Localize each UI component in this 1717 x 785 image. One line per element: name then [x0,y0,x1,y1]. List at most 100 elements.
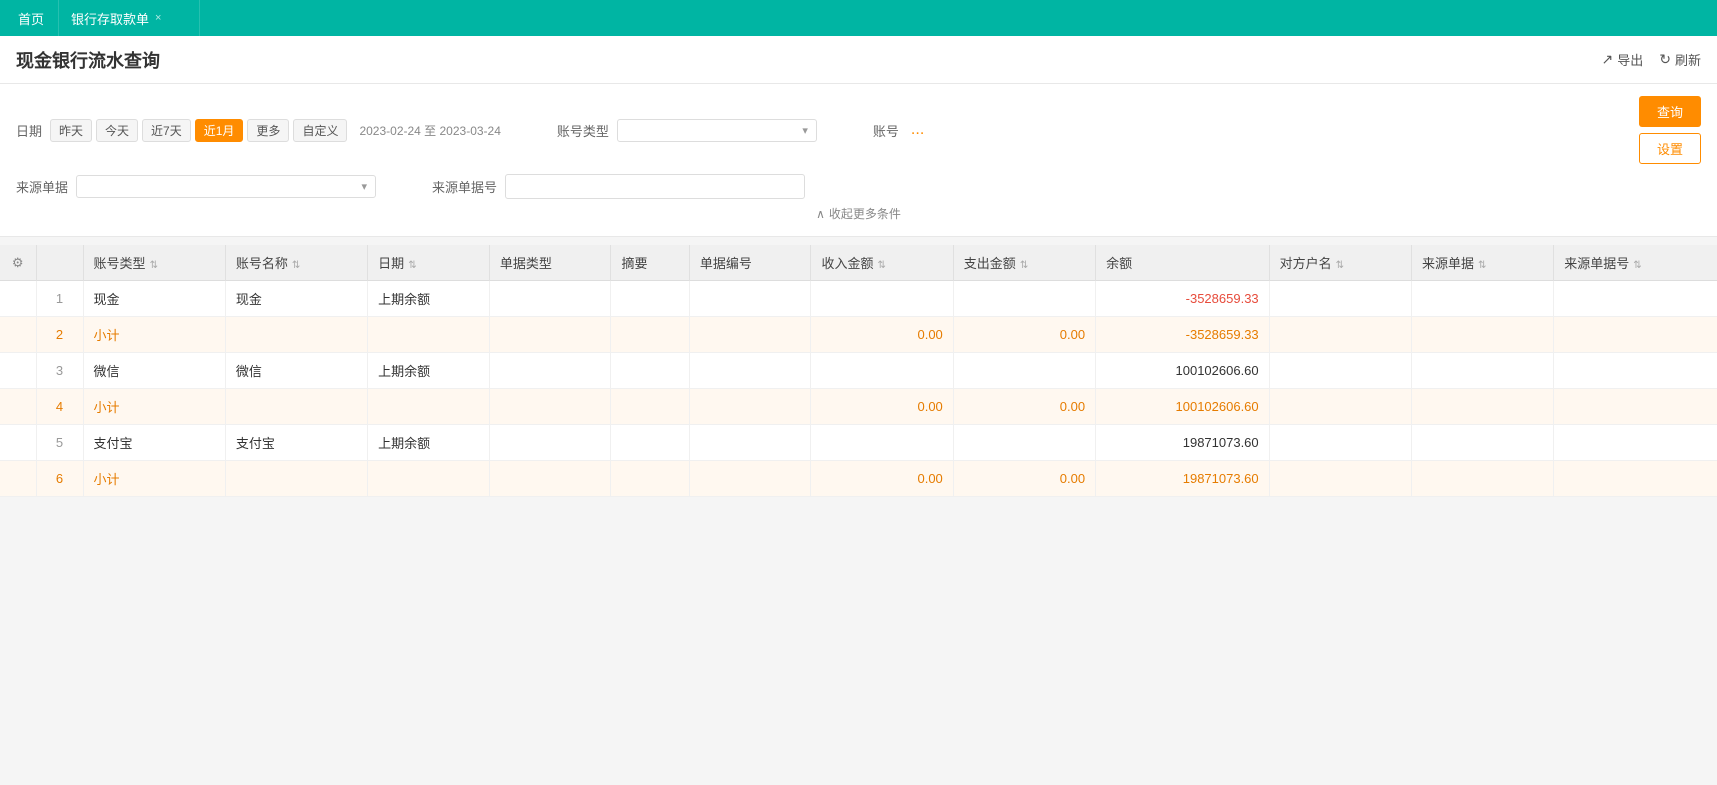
source-voucher-no-label: 来源单据号 [432,177,497,196]
row-account-name [225,389,367,425]
account-dots-button[interactable]: ... [907,121,928,139]
col-header-账号名称[interactable]: 账号名称⇅ [225,245,367,281]
date-shortcut-近1月[interactable]: 近1月 [195,119,244,142]
row-voucher-no [689,281,811,317]
col-header-对方户名[interactable]: 对方户名⇅ [1269,245,1411,281]
row-summary [611,353,689,389]
nav-tab-银行存取款单[interactable]: 银行存取款单 × [59,0,200,36]
row-account-name: 现金 [225,281,367,317]
row-account-type: 小计 [83,317,225,353]
row-source-voucher-no [1554,425,1717,461]
row-settings [0,317,36,353]
table-row: 5支付宝支付宝上期余额19871073.60 [0,425,1717,461]
sort-icon: ⇅ [150,260,158,271]
collapse-icon: ∧ [816,207,825,221]
row-voucher-no [689,425,811,461]
row-index: 3 [36,353,83,389]
row-voucher-no [689,461,811,497]
table-row: 2小计0.000.00-3528659.33 [0,317,1717,353]
row-summary [611,317,689,353]
page-title: 现金银行流水查询 [16,47,160,73]
sort-icon: ⇅ [1020,260,1028,271]
source-voucher-label: 来源单据 [16,177,68,196]
row-date: 上期余额 [368,353,490,389]
date-filter-group: 日期 昨天今天近7天近1月更多自定义 2023-02-24 至 2023-03-… [16,119,501,142]
export-button[interactable]: ↗ 导出 [1602,50,1644,69]
row-counterparty [1269,389,1411,425]
row-source-voucher [1411,425,1553,461]
account-type-filter-group: 账号类型 ▾ [557,119,817,142]
date-shortcut-昨天[interactable]: 昨天 [50,119,92,142]
nav-home[interactable]: 首页 [4,0,59,36]
query-button[interactable]: 查询 [1639,96,1701,127]
row-source-voucher-no [1554,353,1717,389]
table-container: ⚙ 账号类型⇅账号名称⇅日期⇅单据类型摘要单据编号收入金额⇅支出金额⇅余额对方户… [0,245,1717,497]
col-header-单据编号: 单据编号 [689,245,811,281]
row-source-voucher [1411,281,1553,317]
date-shortcut-自定义[interactable]: 自定义 [293,119,347,142]
row-index: 5 [36,425,83,461]
collapse-bar[interactable]: ∧ 收起更多条件 [16,199,1701,224]
table-row: 1现金现金上期余额-3528659.33 [0,281,1717,317]
table-row: 3微信微信上期余额100102606.60 [0,353,1717,389]
date-shortcut-近7天[interactable]: 近7天 [142,119,191,142]
nav-tab-label: 银行存取款单 [71,9,149,28]
date-shortcut-今天[interactable]: 今天 [96,119,138,142]
row-summary [611,425,689,461]
source-voucher-select[interactable]: ▾ [76,175,376,198]
filter-row-2: 来源单据 ▾ 来源单据号 [16,174,1701,199]
row-income [811,281,953,317]
row-account-type: 小计 [83,461,225,497]
close-tab-icon[interactable]: × [155,12,161,24]
row-source-voucher-no [1554,389,1717,425]
col-index [36,245,83,281]
row-expense [953,425,1095,461]
settings-button[interactable]: 设置 [1639,133,1701,164]
row-counterparty [1269,317,1411,353]
row-voucher-type [489,389,611,425]
date-label: 日期 [16,121,42,140]
chevron-down-icon: ▾ [802,124,808,137]
col-header-来源单据[interactable]: 来源单据⇅ [1411,245,1553,281]
col-header-来源单据号[interactable]: 来源单据号⇅ [1554,245,1717,281]
row-date [368,389,490,425]
filter-row-1: 日期 昨天今天近7天近1月更多自定义 2023-02-24 至 2023-03-… [16,96,1701,164]
table-body: 1现金现金上期余额-3528659.332小计0.000.00-3528659.… [0,281,1717,497]
row-balance: -3528659.33 [1096,317,1270,353]
account-type-select[interactable]: ▾ [617,119,817,142]
sort-icon: ⇅ [1633,260,1641,271]
source-voucher-no-input[interactable] [505,174,805,199]
export-icon: ↗ [1602,51,1614,68]
settings-col-header[interactable]: ⚙ [0,245,36,281]
date-shortcut-更多[interactable]: 更多 [247,119,289,142]
row-counterparty [1269,281,1411,317]
row-voucher-type [489,461,611,497]
row-balance: 100102606.60 [1096,353,1270,389]
row-voucher-type [489,317,611,353]
row-date: 上期余额 [368,425,490,461]
col-header-余额: 余额 [1096,245,1270,281]
account-type-label: 账号类型 [557,121,609,140]
table-header: ⚙ 账号类型⇅账号名称⇅日期⇅单据类型摘要单据编号收入金额⇅支出金额⇅余额对方户… [0,245,1717,281]
row-voucher-type [489,281,611,317]
row-date [368,461,490,497]
row-account-name [225,317,367,353]
row-date: 上期余额 [368,281,490,317]
col-header-账号类型[interactable]: 账号类型⇅ [83,245,225,281]
sort-icon: ⇅ [408,260,416,271]
col-header-支出金额[interactable]: 支出金额⇅ [953,245,1095,281]
nav-tabs: 收款单×付款单×其他收入单×应收应付调整单×银行存取款单×预收冲应收单×收款核销… [59,0,200,36]
row-account-name: 微信 [225,353,367,389]
sort-icon: ⇅ [292,260,300,271]
row-settings [0,389,36,425]
row-index: 4 [36,389,83,425]
col-header-日期[interactable]: 日期⇅ [368,245,490,281]
row-source-voucher [1411,389,1553,425]
row-voucher-no [689,389,811,425]
refresh-button[interactable]: ↻ 刷新 [1659,50,1701,69]
row-expense: 0.00 [953,461,1095,497]
row-source-voucher-no [1554,317,1717,353]
col-header-收入金额[interactable]: 收入金额⇅ [811,245,953,281]
row-summary [611,281,689,317]
row-voucher-type [489,353,611,389]
